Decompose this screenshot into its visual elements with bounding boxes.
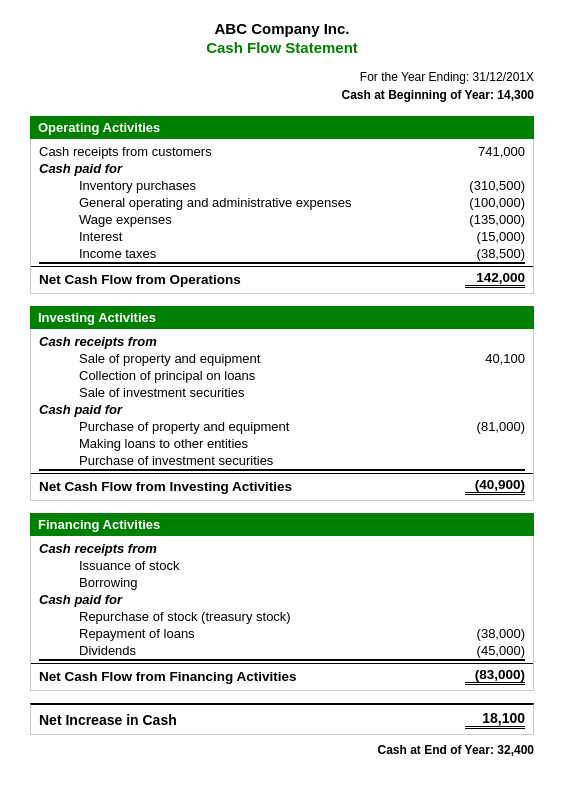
investing-header: Investing Activities (30, 306, 534, 329)
row-label: Purchase of property and equipment (39, 419, 455, 434)
row-amount: (45,000) (455, 643, 525, 658)
net-increase-row: Net Increase in Cash 18,100 (31, 705, 533, 734)
row-label: Cash paid for (39, 592, 455, 607)
net-increase-section: Net Increase in Cash 18,100 (30, 703, 534, 735)
operating-net-row: Net Cash Flow from Operations 142,000 (31, 266, 533, 289)
row-label: Income taxes (39, 246, 455, 261)
cash-beginning: Cash at Beginning of Year: 14,300 (30, 86, 534, 104)
list-item: Cash paid for (31, 160, 533, 177)
row-amount: (38,000) (455, 626, 525, 641)
net-increase-label: Net Increase in Cash (39, 712, 177, 728)
list-item: General operating and administrative exp… (31, 194, 533, 211)
list-item: Income taxes(38,500) (31, 245, 533, 262)
row-amount: (100,000) (455, 195, 525, 210)
row-label: Collection of principal on loans (39, 368, 455, 383)
financing-net-label: Net Cash Flow from Financing Activities (39, 669, 465, 684)
row-label: Inventory purchases (39, 178, 455, 193)
row-amount: (38,500) (455, 246, 525, 261)
row-label: Repayment of loans (39, 626, 455, 641)
list-item: Cash paid for (31, 401, 533, 418)
row-label: Cash receipts from (39, 541, 455, 556)
row-label: Wage expenses (39, 212, 455, 227)
investing-body: Cash receipts fromSale of property and e… (30, 329, 534, 501)
row-label: Sale of property and equipment (39, 351, 455, 366)
row-amount: (81,000) (455, 419, 525, 434)
row-label: Interest (39, 229, 455, 244)
cash-end-info: Cash at End of Year: 32,400 (30, 743, 534, 757)
row-label: Cash paid for (39, 161, 455, 176)
row-label: Borrowing (39, 575, 455, 590)
company-name: ABC Company Inc. (30, 20, 534, 37)
row-label: Purchase of investment securities (39, 453, 455, 468)
list-item: Purchase of investment securities (31, 452, 533, 469)
list-item: Wage expenses(135,000) (31, 211, 533, 228)
row-amount: (310,500) (455, 178, 525, 193)
operating-header: Operating Activities (30, 116, 534, 139)
list-item: Dividends(45,000) (31, 642, 533, 659)
row-amount: 741,000 (455, 144, 525, 159)
list-item: Cash receipts from customers741,000 (31, 143, 533, 160)
year-info: For the Year Ending: 31/12/201X Cash at … (30, 68, 534, 104)
row-amount: 40,100 (455, 351, 525, 366)
list-item: Inventory purchases(310,500) (31, 177, 533, 194)
financing-body: Cash receipts from Issuance of stock Borro… (30, 536, 534, 691)
financing-net-amount: (83,000) (465, 667, 525, 685)
list-item: Sale of property and equipment40,100 (31, 350, 533, 367)
list-item: Repayment of loans(38,000) (31, 625, 533, 642)
investing-net-amount: (40,900) (465, 477, 525, 495)
operating-section: Operating Activities Cash receipts from … (30, 116, 534, 294)
list-item: Issuance of stock (31, 557, 533, 574)
list-item: Collection of principal on loans (31, 367, 533, 384)
list-item: Cash paid for (31, 591, 533, 608)
row-label: Making loans to other entities (39, 436, 455, 451)
row-label: Sale of investment securities (39, 385, 455, 400)
list-item: Interest(15,000) (31, 228, 533, 245)
operating-body: Cash receipts from customers741,000Cash … (30, 139, 534, 294)
financing-net-row: Net Cash Flow from Financing Activities … (31, 663, 533, 686)
list-item: Purchase of property and equipment(81,00… (31, 418, 533, 435)
row-label: Repurchase of stock (treasury stock) (39, 609, 455, 624)
investing-section: Investing Activities Cash receipts fromS… (30, 306, 534, 501)
list-item: Sale of investment securities (31, 384, 533, 401)
row-label: Cash receipts from customers (39, 144, 455, 159)
list-item: Cash receipts from (31, 540, 533, 557)
net-increase-amount: 18,100 (465, 710, 525, 729)
row-label: Cash paid for (39, 402, 455, 417)
row-label: Cash receipts from (39, 334, 455, 349)
operating-net-amount: 142,000 (465, 270, 525, 288)
list-item: Borrowing (31, 574, 533, 591)
row-amount: (135,000) (455, 212, 525, 227)
financing-header: Financing Activities (30, 513, 534, 536)
list-item: Cash receipts from (31, 333, 533, 350)
year-ending: For the Year Ending: 31/12/201X (30, 68, 534, 86)
list-item: Making loans to other entities (31, 435, 533, 452)
financing-section: Financing Activities Cash receipts from I… (30, 513, 534, 691)
row-label: General operating and administrative exp… (39, 195, 455, 210)
investing-net-row: Net Cash Flow from Investing Activities … (31, 473, 533, 496)
row-label: Issuance of stock (39, 558, 455, 573)
operating-net-label: Net Cash Flow from Operations (39, 272, 465, 287)
statement-title: Cash Flow Statement (30, 39, 534, 56)
row-amount: (15,000) (455, 229, 525, 244)
list-item: Repurchase of stock (treasury stock) (31, 608, 533, 625)
row-label: Dividends (39, 643, 455, 658)
investing-net-label: Net Cash Flow from Investing Activities (39, 479, 465, 494)
